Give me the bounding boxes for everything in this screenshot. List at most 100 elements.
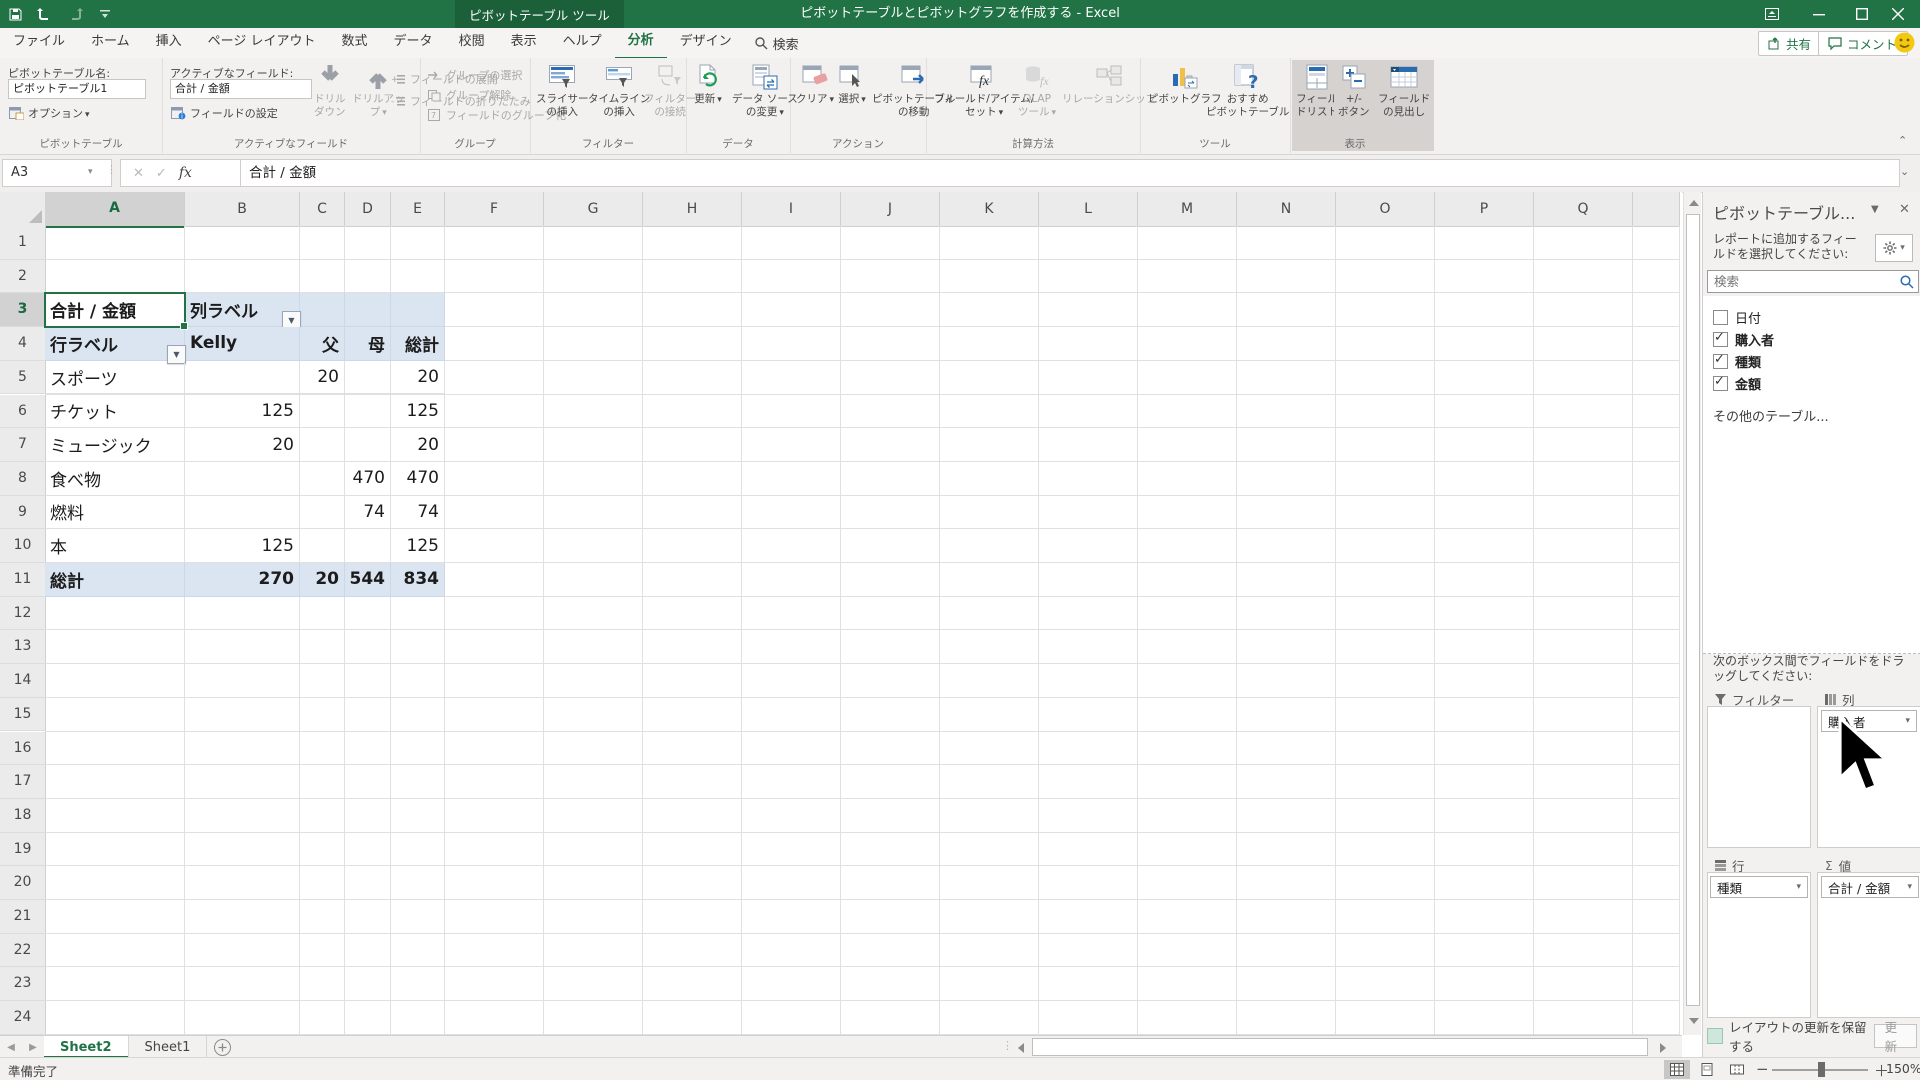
row-header-12[interactable]: 12: [0, 597, 46, 631]
row-header-20[interactable]: 20: [0, 866, 46, 900]
row-header-24[interactable]: 24: [0, 1001, 46, 1035]
column-header-O[interactable]: O: [1336, 192, 1435, 227]
group-selection-button[interactable]: グループの選択: [426, 66, 522, 84]
pivot-cell-C6[interactable]: [300, 395, 345, 429]
select-all-corner[interactable]: [0, 192, 46, 227]
active-field-input[interactable]: 合計 / 金額: [170, 79, 312, 99]
row-header-10[interactable]: 10: [0, 529, 46, 563]
pivot-cell-C4[interactable]: 父: [300, 327, 345, 361]
scroll-down-icon[interactable]: [1689, 1018, 1699, 1024]
field-item-種類[interactable]: 種類: [1713, 352, 1920, 370]
row-header-7[interactable]: 7: [0, 428, 46, 462]
column-header-J[interactable]: J: [841, 192, 940, 227]
worksheet-grid[interactable]: ABCDEFGHIJKLMNOPQ12345678910111213141516…: [0, 192, 1682, 1058]
pivot-cell-D8[interactable]: 470: [345, 462, 391, 496]
tab-表示[interactable]: 表示: [498, 27, 550, 57]
row-header-9[interactable]: 9: [0, 496, 46, 530]
pane-close-icon[interactable]: ✕: [1899, 202, 1910, 217]
pivot-cell-A4[interactable]: 行ラベル: [45, 327, 185, 361]
column-header-partial[interactable]: [1633, 192, 1680, 227]
row-header-3[interactable]: 3: [0, 293, 47, 327]
pivot-cell-D4[interactable]: 母: [345, 327, 391, 361]
column-header-B[interactable]: B: [185, 192, 300, 227]
pivot-cell-D6[interactable]: [345, 395, 391, 429]
redo-icon[interactable]: [60, 3, 90, 25]
hscroll-splitter[interactable]: ⋮: [1002, 1039, 1012, 1052]
name-box-dropdown-icon[interactable]: ▾: [88, 159, 102, 185]
pivot-cell-B5[interactable]: [185, 361, 300, 395]
tab-ホーム[interactable]: ホーム: [78, 27, 143, 57]
column-header-M[interactable]: M: [1138, 192, 1237, 227]
row-header-17[interactable]: 17: [0, 765, 46, 799]
pivot-cell-B10[interactable]: 125: [185, 529, 300, 563]
pivot-cell-B6[interactable]: 125: [185, 395, 300, 429]
zoom-level-label[interactable]: 150%: [1886, 1061, 1920, 1076]
row-header-19[interactable]: 19: [0, 833, 46, 867]
pivot-cell-D9[interactable]: 74: [345, 496, 391, 530]
field-item-金額[interactable]: 金額: [1713, 374, 1920, 392]
pivot-cell-E9[interactable]: 74: [391, 496, 445, 530]
customize-qat-icon[interactable]: [90, 3, 120, 25]
tab-デザイン[interactable]: デザイン: [667, 27, 745, 57]
row-header-1[interactable]: 1: [0, 226, 46, 260]
pivot-cell-D11[interactable]: 544: [345, 563, 391, 597]
row-header-14[interactable]: 14: [0, 664, 46, 698]
defer-layout-checkbox[interactable]: [1707, 1028, 1723, 1044]
field-checkbox-日付[interactable]: [1713, 310, 1728, 325]
row-header-13[interactable]: 13: [0, 630, 46, 664]
minimize-button[interactable]: [1797, 0, 1841, 28]
filters-area-box[interactable]: [1707, 706, 1811, 848]
pivot-cell-E7[interactable]: 20: [391, 428, 445, 462]
row-header-22[interactable]: 22: [0, 934, 46, 968]
scroll-right-icon[interactable]: [1660, 1043, 1666, 1053]
field-search-box[interactable]: [1707, 270, 1919, 293]
horizontal-scroll-thumb[interactable]: [1032, 1038, 1648, 1056]
pivot-cell-E8[interactable]: 470: [391, 462, 445, 496]
ribbon-display-options-button[interactable]: [1750, 0, 1794, 28]
row-header-6[interactable]: 6: [0, 395, 46, 429]
field-checkbox-金額[interactable]: [1713, 376, 1728, 391]
pivot-cell-A9[interactable]: 燃料: [45, 496, 185, 530]
pane-tools-button[interactable]: ▾: [1875, 234, 1913, 262]
formula-bar-expand-icon[interactable]: ⌄: [1900, 165, 1909, 178]
sheet-tab-Sheet1[interactable]: Sheet1: [129, 1036, 208, 1058]
save-icon[interactable]: [0, 3, 30, 25]
column-header-E[interactable]: E: [391, 192, 445, 227]
pivot-cell-B11[interactable]: 270: [185, 563, 300, 597]
pivot-table-name-input[interactable]: ピボットテーブル1: [8, 79, 146, 99]
row-header-11[interactable]: 11: [0, 563, 46, 597]
row-header-15[interactable]: 15: [0, 698, 46, 732]
pivot-cell-A10[interactable]: 本: [45, 529, 185, 563]
tab-データ[interactable]: データ: [381, 27, 446, 57]
column-header-H[interactable]: H: [643, 192, 742, 227]
field-settings-button[interactable]: i フィールドの設定: [170, 104, 278, 122]
field-search-input[interactable]: [1712, 273, 1900, 290]
vertical-scrollbar[interactable]: [1683, 192, 1701, 1035]
values-field-chip[interactable]: 合計 / 金額: [1821, 876, 1919, 898]
column-header-N[interactable]: N: [1237, 192, 1336, 227]
options-button[interactable]: オプション: [8, 104, 90, 122]
pivot-cell-D10[interactable]: [345, 529, 391, 563]
tab-挿入[interactable]: 挿入: [143, 27, 195, 57]
row-header-5[interactable]: 5: [0, 361, 46, 395]
pivot-cell-C9[interactable]: [300, 496, 345, 530]
page-layout-view-icon[interactable]: [1694, 1060, 1720, 1079]
rows-field-chip[interactable]: 種類: [1710, 876, 1808, 898]
pivot-cell-E6[interactable]: 125: [391, 395, 445, 429]
pivot-cell-A5[interactable]: スポーツ: [45, 361, 185, 395]
pivot-cell-A7[interactable]: ミュージック: [45, 428, 185, 462]
pivot-cell-E10[interactable]: 125: [391, 529, 445, 563]
cancel-icon[interactable]: ✕: [133, 166, 144, 181]
pivot-cell-B7[interactable]: 20: [185, 428, 300, 462]
pivot-cell-C3[interactable]: [300, 293, 345, 327]
pivot-cell-A8[interactable]: 食べ物: [45, 462, 185, 496]
tab-search[interactable]: 検索: [745, 34, 809, 53]
field-checkbox-種類[interactable]: [1713, 354, 1728, 369]
row-header-8[interactable]: 8: [0, 462, 46, 496]
pivot-cell-E5[interactable]: 20: [391, 361, 445, 395]
row-header-21[interactable]: 21: [0, 900, 46, 934]
formula-bar-splitter[interactable]: ⋮: [106, 163, 116, 176]
column-header-I[interactable]: I: [742, 192, 841, 227]
columns-field-chip[interactable]: 購入者: [1821, 710, 1917, 732]
pivot-cell-E11[interactable]: 834: [391, 563, 445, 597]
